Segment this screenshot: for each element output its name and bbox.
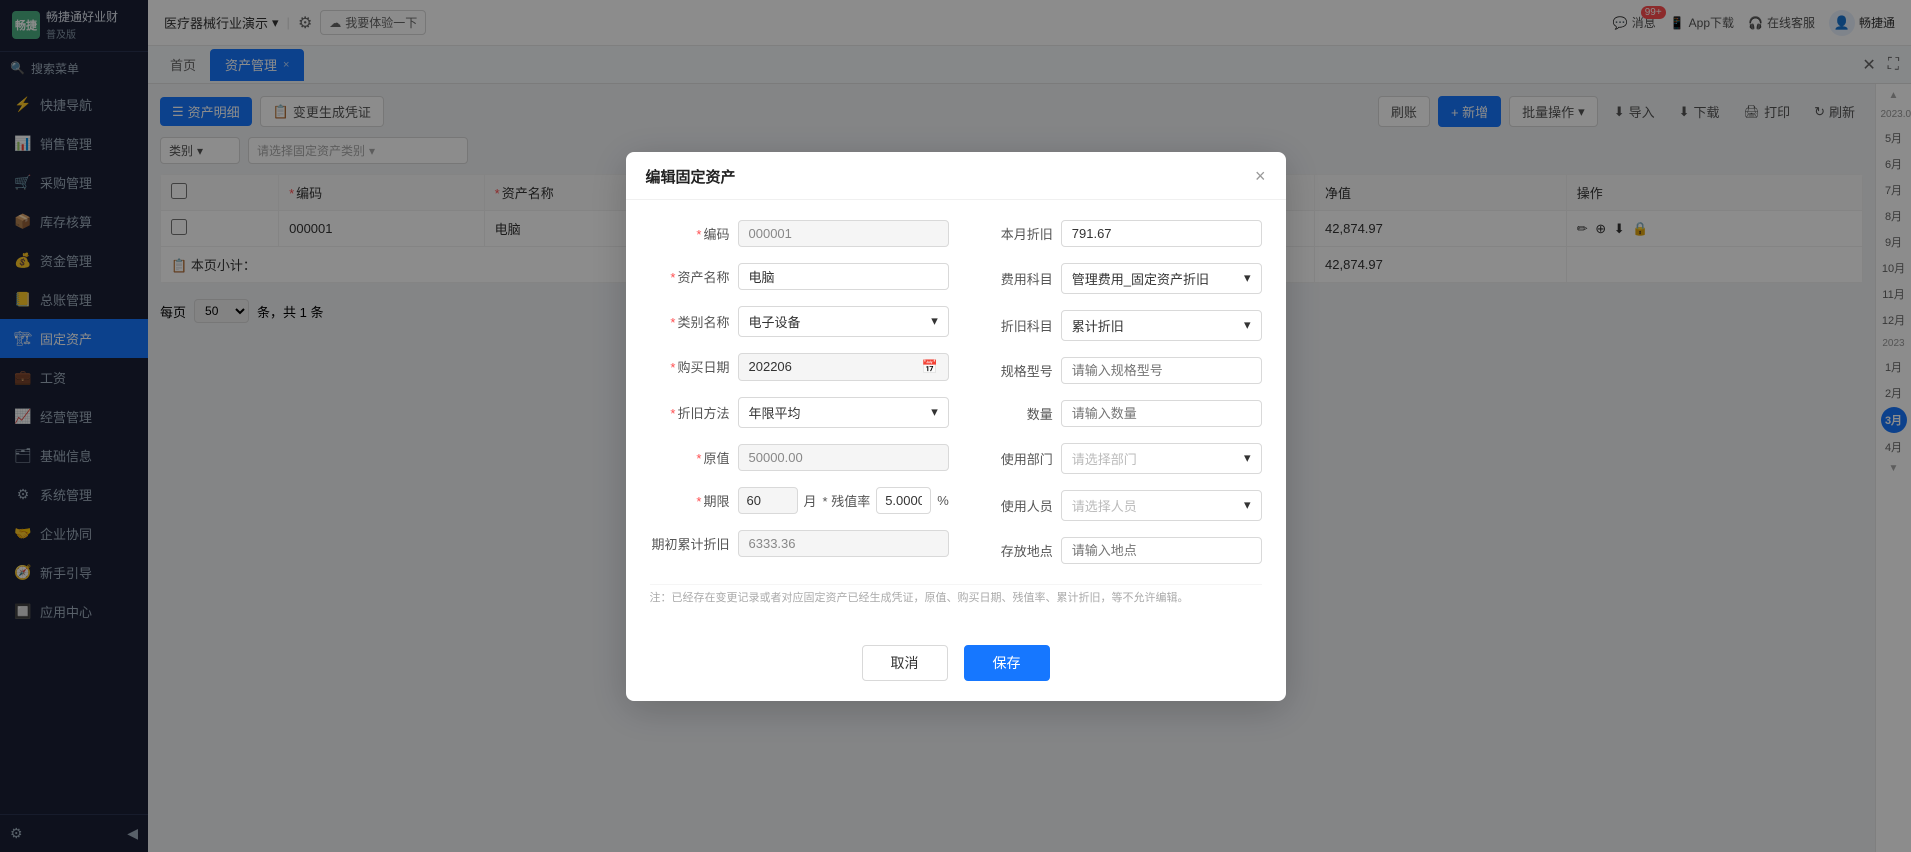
category-label: *类别名称: [650, 312, 730, 331]
modal-grid: *编码 *资产名称 *类别名称: [650, 220, 1262, 580]
form-row-monthly-dep: 本月折旧: [973, 220, 1262, 247]
spec-model-label: 规格型号: [973, 361, 1053, 380]
form-row-original-value: *原值: [650, 444, 949, 471]
spec-model-input[interactable]: [1061, 357, 1262, 384]
modal-body: *编码 *资产名称 *类别名称: [626, 200, 1286, 633]
modal-footer: 取消 保存: [626, 633, 1286, 701]
purchase-date-input[interactable]: 202206 📅: [738, 353, 949, 381]
department-placeholder: 请选择部门: [1072, 449, 1137, 468]
edit-asset-modal: 编辑固定资产 × *编码 *资产名称: [626, 152, 1286, 701]
asset-name-input[interactable]: [738, 263, 949, 290]
form-row-department: 使用部门 请选择部门 ▾: [973, 443, 1262, 474]
form-row-purchase-date: *购买日期 202206 📅: [650, 353, 949, 381]
dep-subject-label: 折旧科目: [973, 316, 1053, 335]
residual-rate-unit: %: [937, 493, 949, 508]
quantity-label: 数量: [973, 404, 1053, 423]
modal-overlay[interactable]: 编辑固定资产 × *编码 *资产名称: [0, 0, 1911, 852]
form-row-person: 使用人员 请选择人员 ▾: [973, 490, 1262, 521]
modal-left-col: *编码 *资产名称 *类别名称: [650, 220, 949, 580]
purchase-date-label: *购买日期: [650, 357, 730, 376]
modal-header: 编辑固定资产 ×: [626, 152, 1286, 200]
person-select[interactable]: 请选择人员 ▾: [1061, 490, 1262, 521]
form-row-category: *类别名称 电子设备 ▾: [650, 306, 949, 337]
category-value: 电子设备: [749, 312, 801, 331]
dep-method-label: *折旧方法: [650, 403, 730, 422]
period-input[interactable]: [738, 487, 798, 514]
dep-method-select[interactable]: 年限平均 ▾: [738, 397, 949, 428]
form-row-asset-name: *资产名称: [650, 263, 949, 290]
chevron-down-icon: ▾: [931, 404, 938, 420]
residual-rate-label: * 残值率: [823, 491, 871, 510]
code-input[interactable]: [738, 220, 949, 247]
modal-note: 注：已经存在变更记录或者对应固定资产已经生成凭证，原值、购买日期、残值率、累计折…: [650, 584, 1262, 617]
form-row-spec-model: 规格型号: [973, 357, 1262, 384]
asset-name-label: *资产名称: [650, 267, 730, 286]
location-label: 存放地点: [973, 541, 1053, 560]
period-group: 月 * 残值率 %: [738, 487, 949, 514]
dep-subject-select[interactable]: 累计折旧 ▾: [1061, 310, 1262, 341]
cancel-button[interactable]: 取消: [862, 645, 948, 681]
expense-subject-value: 管理费用_固定资产折旧: [1072, 269, 1209, 288]
form-row-expense-subject: 费用科目 管理费用_固定资产折旧 ▾: [973, 263, 1262, 294]
modal-title: 编辑固定资产: [646, 166, 736, 187]
original-value-input[interactable]: [738, 444, 949, 471]
dep-subject-value: 累计折旧: [1072, 316, 1124, 335]
chevron-down-icon: ▾: [1244, 497, 1251, 513]
expense-subject-label: 费用科目: [973, 269, 1053, 288]
chevron-down-icon: ▾: [1244, 270, 1251, 286]
save-button[interactable]: 保存: [964, 645, 1050, 681]
monthly-dep-label: 本月折旧: [973, 224, 1053, 243]
form-row-period: *期限 月 * 残值率 %: [650, 487, 949, 514]
dep-method-value: 年限平均: [749, 403, 801, 422]
person-label: 使用人员: [973, 496, 1053, 515]
person-placeholder: 请选择人员: [1072, 496, 1137, 515]
modal-right-col: 本月折旧 费用科目 管理费用_固定资产折旧 ▾ 折旧科目: [973, 220, 1262, 580]
form-row-code: *编码: [650, 220, 949, 247]
quantity-input[interactable]: [1061, 400, 1262, 427]
category-select[interactable]: 电子设备 ▾: [738, 306, 949, 337]
chevron-down-icon: ▾: [1244, 317, 1251, 333]
chevron-down-icon: ▾: [931, 313, 938, 329]
period-label: *期限: [650, 491, 730, 510]
calendar-icon: 📅: [922, 359, 938, 375]
monthly-dep-input[interactable]: [1061, 220, 1262, 247]
location-input[interactable]: [1061, 537, 1262, 564]
expense-subject-select[interactable]: 管理费用_固定资产折旧 ▾: [1061, 263, 1262, 294]
form-row-dep-method: *折旧方法 年限平均 ▾: [650, 397, 949, 428]
original-value-label: *原值: [650, 448, 730, 467]
initial-accumulated-label: 期初累计折旧: [650, 534, 730, 553]
code-label: *编码: [650, 224, 730, 243]
purchase-date-value: 202206: [749, 359, 792, 374]
form-row-initial-accumulated: 期初累计折旧: [650, 530, 949, 557]
modal-close-btn[interactable]: ×: [1255, 167, 1266, 185]
department-label: 使用部门: [973, 449, 1053, 468]
initial-accumulated-input[interactable]: [738, 530, 949, 557]
form-row-quantity: 数量: [973, 400, 1262, 427]
period-unit: 月: [804, 491, 817, 510]
form-row-dep-subject: 折旧科目 累计折旧 ▾: [973, 310, 1262, 341]
residual-rate-input[interactable]: [876, 487, 931, 514]
chevron-down-icon: ▾: [1244, 450, 1251, 466]
form-row-location: 存放地点: [973, 537, 1262, 564]
department-select[interactable]: 请选择部门 ▾: [1061, 443, 1262, 474]
